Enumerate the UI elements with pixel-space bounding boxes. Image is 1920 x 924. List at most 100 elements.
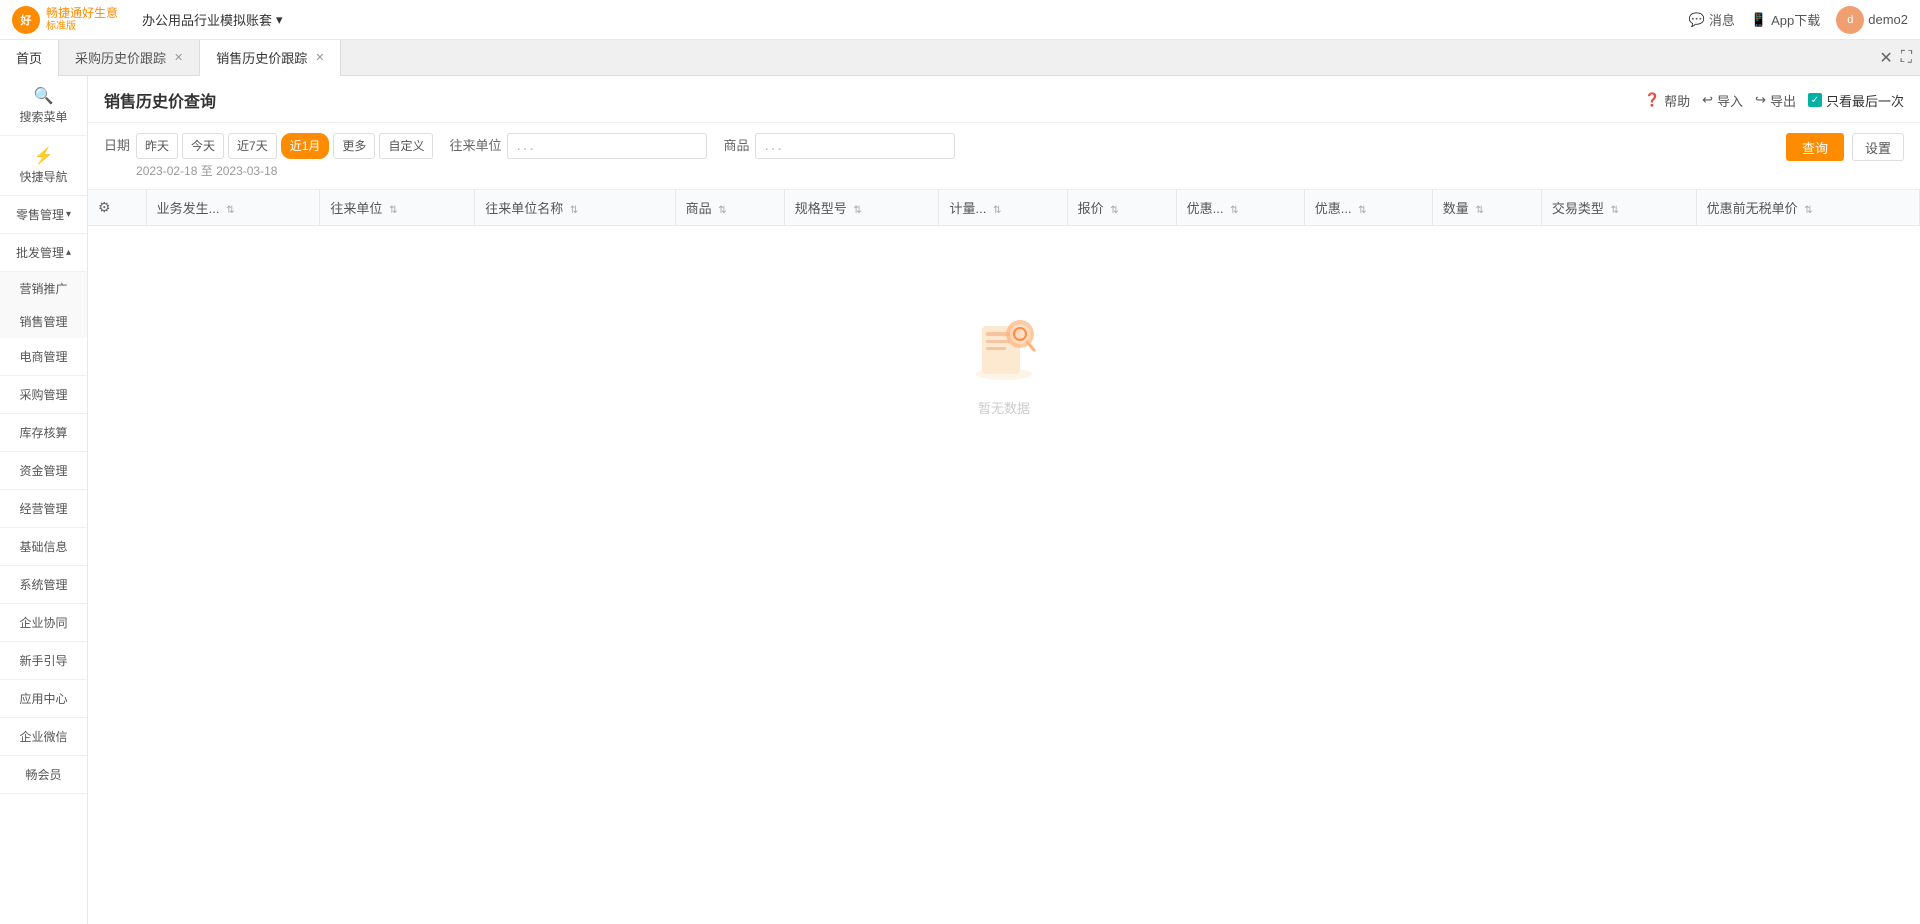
table-header-row: ⚙ 业务发生... ⇅ 往来单位 ⇅ 往来单位名称 ⇅ — [88, 190, 1920, 226]
col-biz-date[interactable]: 业务发生... ⇅ — [146, 190, 320, 226]
sort-arrows-goods: ⇅ — [718, 205, 726, 216]
col-spec[interactable]: 规格型号 ⇅ — [784, 190, 939, 226]
page-header: 销售历史价查询 ❓ 帮助 ↩ 导入 ↪ 导出 ✓ 只看最后一次 — [88, 76, 1920, 123]
sidebar-item-system[interactable]: 系统管理 — [0, 566, 87, 604]
counterpart-label: 往来单位 — [449, 133, 501, 159]
col-counterpart-name[interactable]: 往来单位名称 ⇅ — [475, 190, 675, 226]
quick-nav-icon: ⚡ — [34, 146, 54, 166]
sidebar-item-enterprise[interactable]: 企业协同 — [0, 604, 87, 642]
sidebar-item-search[interactable]: 🔍 搜索菜单 — [0, 76, 87, 136]
date-btn-yesterday[interactable]: 昨天 — [136, 133, 178, 159]
sidebar-item-member[interactable]: 畅会员 — [0, 756, 87, 794]
sidebar-item-quick-nav[interactable]: ⚡ 快捷导航 — [0, 136, 87, 196]
col-counterpart-code[interactable]: 往来单位 ⇅ — [320, 190, 475, 226]
export-button[interactable]: ↪ 导出 — [1755, 91, 1796, 110]
avatar: d — [1836, 6, 1864, 34]
import-icon: ↩ — [1702, 92, 1713, 108]
sidebar-sub-item-marketing[interactable]: 营销推广 — [0, 272, 87, 305]
sidebar-item-purchase[interactable]: 采购管理 — [0, 376, 87, 414]
sort-arrows-discount1: ⇅ — [1230, 205, 1238, 216]
counterpart-select[interactable]: ... — [507, 133, 707, 159]
empty-illustration — [964, 306, 1044, 386]
app-selector[interactable]: 办公用品行业模拟账套 ▾ — [142, 10, 283, 29]
col-discount2[interactable]: 优惠... ⇅ — [1304, 190, 1432, 226]
top-bar-right: 💬 消息 📱 App下载 d demo2 — [1689, 6, 1908, 34]
sidebar: 🔍 搜索菜单 ⚡ 快捷导航 零售管理 ▾ 批发管理 ▴ 营销推广 销售管理 电商… — [0, 76, 88, 924]
message-icon: 💬 — [1689, 12, 1705, 28]
col-goods[interactable]: 商品 ⇅ — [675, 190, 784, 226]
download-icon: 📱 — [1751, 12, 1767, 28]
date-btn-more[interactable]: 更多 — [333, 133, 375, 159]
tab-bar-actions: ✕ ⛶ — [1879, 48, 1920, 68]
col-discount1[interactable]: 优惠... ⇅ — [1176, 190, 1304, 226]
only-last-checkbox[interactable]: ✓ 只看最后一次 — [1808, 91, 1904, 110]
tab-purchase-history-close[interactable]: ✕ — [174, 51, 183, 64]
sort-arrows-spec: ⇅ — [853, 205, 861, 216]
date-options: 昨天 今天 近7天 近1月 更多 自定义 2023-02-18 至 2023-0… — [136, 133, 433, 179]
counterpart-dots: ... — [516, 137, 535, 155]
sort-arrows-discount2: ⇅ — [1358, 205, 1366, 216]
setting-button[interactable]: 设置 — [1852, 133, 1904, 161]
date-btn-custom[interactable]: 自定义 — [379, 133, 433, 159]
chevron-up-icon: ▴ — [66, 247, 71, 258]
col-pretax-price[interactable]: 优惠前无税单价 ⇅ — [1696, 190, 1919, 226]
message-button[interactable]: 💬 消息 — [1689, 10, 1735, 29]
sidebar-item-retail[interactable]: 零售管理 ▾ — [0, 196, 87, 234]
sidebar-item-enterprise-wechat[interactable]: 企业微信 — [0, 718, 87, 756]
goods-select[interactable]: ... — [755, 133, 955, 159]
chevron-down-icon: ▾ — [276, 12, 283, 28]
date-buttons: 昨天 今天 近7天 近1月 更多 自定义 — [136, 133, 433, 159]
col-quantity[interactable]: 数量 ⇅ — [1432, 190, 1541, 226]
home-tab-label: 首页 — [16, 48, 42, 67]
sidebar-item-basic-info[interactable]: 基础信息 — [0, 528, 87, 566]
sidebar-sub-item-sales-mgmt[interactable]: 销售管理 — [0, 305, 87, 338]
date-btn-last7days[interactable]: 近7天 — [228, 133, 277, 159]
col-gear[interactable]: ⚙ — [88, 190, 146, 226]
logo-text: 畅捷通好生意 标准版 — [46, 6, 118, 32]
sidebar-item-new-guide[interactable]: 新手引导 — [0, 642, 87, 680]
logo-icon: 好 — [12, 6, 40, 34]
tab-home[interactable]: 首页 — [0, 40, 59, 76]
sort-arrows-counterpart: ⇅ — [389, 205, 397, 216]
search-icon: 🔍 — [34, 86, 54, 106]
gear-button[interactable]: ⚙ — [98, 199, 111, 216]
col-quoted-price[interactable]: 报价 ⇅ — [1067, 190, 1176, 226]
col-unit[interactable]: 计量... ⇅ — [939, 190, 1067, 226]
sort-arrows-counterpart-name: ⇅ — [570, 205, 578, 216]
sales-history-tab-label: 销售历史价跟踪 — [216, 48, 307, 67]
import-button[interactable]: ↩ 导入 — [1702, 91, 1743, 110]
tab-sales-history-close[interactable]: ✕ — [315, 51, 324, 64]
query-button[interactable]: 查询 — [1786, 133, 1844, 161]
sort-arrows-unit: ⇅ — [993, 205, 1001, 216]
table-header: ⚙ 业务发生... ⇅ 往来单位 ⇅ 往来单位名称 ⇅ — [88, 190, 1920, 226]
sort-arrows-pretax-price: ⇅ — [1804, 205, 1812, 216]
tab-maximize-button[interactable]: ⛶ — [1901, 49, 1912, 67]
tab-purchase-history[interactable]: 采购历史价跟踪 ✕ — [59, 40, 200, 76]
sidebar-item-inventory[interactable]: 库存核算 — [0, 414, 87, 452]
sidebar-item-finance[interactable]: 资金管理 — [0, 452, 87, 490]
top-bar: 好 畅捷通好生意 标准版 办公用品行业模拟账套 ▾ 💬 消息 📱 App下载 d… — [0, 0, 1920, 40]
tab-close-all-button[interactable]: ✕ — [1879, 48, 1892, 68]
sort-arrows-trade-type: ⇅ — [1610, 205, 1618, 216]
chevron-down-icon: ▾ — [66, 209, 71, 220]
date-btn-today[interactable]: 今天 — [182, 133, 224, 159]
empty-text: 暂无数据 — [978, 398, 1030, 417]
sidebar-item-operations[interactable]: 经营管理 — [0, 490, 87, 528]
date-range-display: 2023-02-18 至 2023-03-18 — [136, 162, 433, 179]
filter-bar: 日期 昨天 今天 近7天 近1月 更多 自定义 2023-02-18 至 202… — [88, 123, 1920, 190]
download-button[interactable]: 📱 App下载 — [1751, 10, 1820, 29]
date-label: 日期 — [104, 133, 130, 159]
sidebar-item-ecommerce[interactable]: 电商管理 — [0, 338, 87, 376]
counterpart-filter-group: 往来单位 ... — [449, 133, 707, 159]
date-btn-last1month[interactable]: 近1月 — [281, 133, 330, 159]
goods-label: 商品 — [723, 133, 749, 159]
tab-sales-history[interactable]: 销售历史价跟踪 ✕ — [200, 40, 341, 76]
sidebar-item-app-center[interactable]: 应用中心 — [0, 680, 87, 718]
user-menu[interactable]: d demo2 — [1836, 6, 1908, 34]
sort-arrows-quantity: ⇅ — [1475, 205, 1483, 216]
help-button[interactable]: ❓ 帮助 — [1644, 91, 1690, 110]
sidebar-item-wholesale[interactable]: 批发管理 ▴ — [0, 234, 87, 272]
col-trade-type[interactable]: 交易类型 ⇅ — [1541, 190, 1696, 226]
main-content: 销售历史价查询 ❓ 帮助 ↩ 导入 ↪ 导出 ✓ 只看最后一次 — [88, 76, 1920, 924]
date-filter-group: 日期 昨天 今天 近7天 近1月 更多 自定义 2023-02-18 至 202… — [104, 133, 433, 179]
